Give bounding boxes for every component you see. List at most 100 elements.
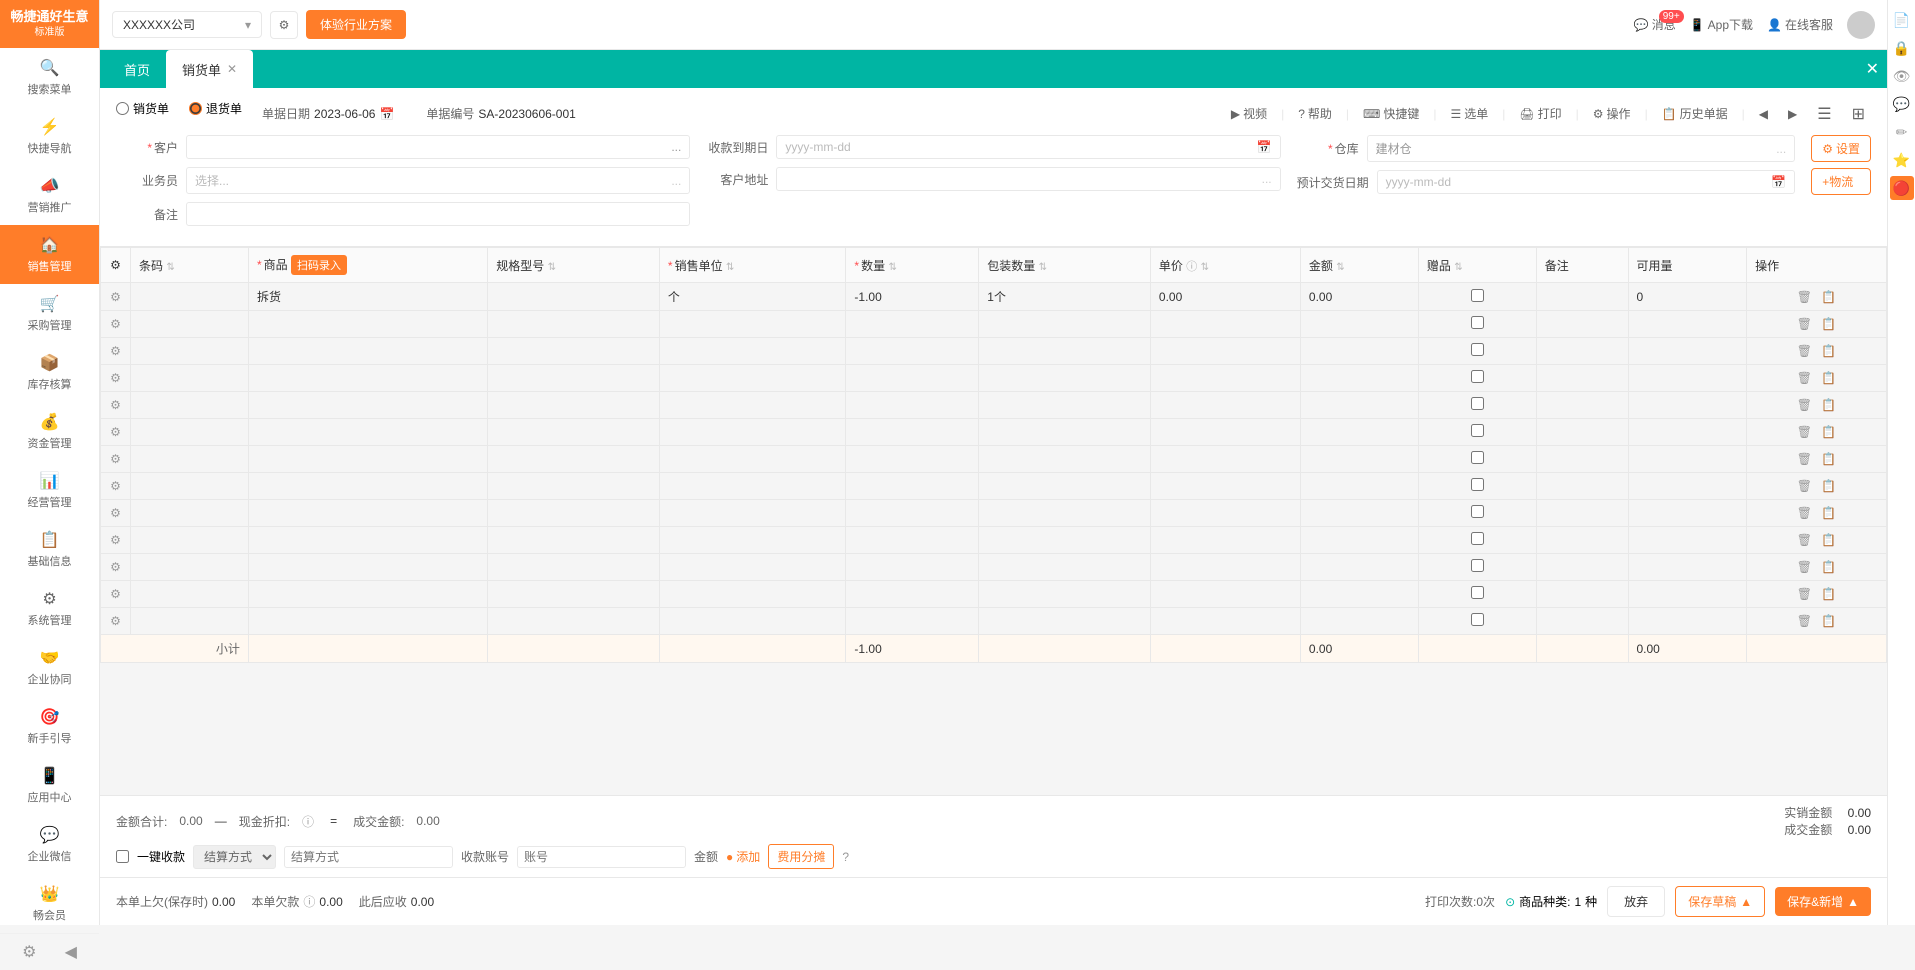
cell-spec[interactable]	[488, 473, 660, 500]
salesperson-input[interactable]: 选择... ...	[186, 167, 690, 194]
toolbar-print-btn[interactable]: 🖨 打印	[1513, 103, 1567, 124]
fee-split-button[interactable]: 费用分摊	[768, 844, 834, 869]
copy-icon[interactable]: 📋	[1821, 452, 1836, 466]
cell-qty[interactable]	[846, 581, 979, 608]
cell-note[interactable]	[1536, 283, 1628, 311]
cell-spec[interactable]	[488, 419, 660, 446]
sidebar-item-marketing[interactable]: 📣 营销推广	[0, 166, 99, 225]
toolbar-select-btn[interactable]: ☰ 选单	[1445, 103, 1495, 124]
cell-amount[interactable]	[1300, 419, 1418, 446]
cell-barcode[interactable]	[131, 581, 249, 608]
cell-amount[interactable]	[1300, 554, 1418, 581]
cell-product[interactable]	[248, 500, 487, 527]
cell-unit[interactable]	[659, 392, 846, 419]
delete-icon[interactable]: 🗑	[1797, 560, 1812, 574]
cell-amount[interactable]	[1300, 311, 1418, 338]
cell-gift[interactable]	[1418, 500, 1536, 527]
toolbar-help-btn[interactable]: ? 帮助	[1292, 103, 1338, 124]
cell-barcode[interactable]	[131, 446, 249, 473]
gift-checkbox[interactable]	[1471, 343, 1484, 356]
debit-help-icon[interactable]: ⓘ	[303, 893, 315, 910]
cell-note[interactable]	[1536, 554, 1628, 581]
cell-qty[interactable]	[846, 311, 979, 338]
cell-gear[interactable]: ⚙	[101, 338, 131, 365]
cell-barcode[interactable]	[131, 500, 249, 527]
cell-product[interactable]	[248, 608, 487, 635]
sidebar-item-quick-nav[interactable]: ⚡ 快捷导航	[0, 107, 99, 166]
cell-price[interactable]	[1150, 500, 1300, 527]
cell-product[interactable]	[248, 311, 487, 338]
cell-qty[interactable]	[846, 473, 979, 500]
cell-pack-qty[interactable]	[979, 554, 1151, 581]
cell-ops[interactable]: 🗑 📋	[1747, 446, 1887, 473]
sidebar-item-purchase[interactable]: 🛒 采购管理	[0, 284, 99, 343]
cell-unit[interactable]	[659, 473, 846, 500]
cell-qty[interactable]	[846, 338, 979, 365]
cell-spec[interactable]	[488, 446, 660, 473]
cell-pack-qty[interactable]	[979, 365, 1151, 392]
help-circle-icon[interactable]: ⓘ	[302, 813, 314, 830]
cell-spec[interactable]	[488, 527, 660, 554]
settlement-method-input[interactable]	[284, 846, 453, 868]
gift-checkbox[interactable]	[1471, 613, 1484, 626]
cell-gift[interactable]	[1418, 581, 1536, 608]
cell-qty[interactable]	[846, 500, 979, 527]
cell-gear[interactable]: ⚙	[101, 527, 131, 554]
rp-icon-7[interactable]: 🔴	[1890, 176, 1914, 200]
cell-gift[interactable]	[1418, 446, 1536, 473]
cell-available[interactable]	[1628, 392, 1747, 419]
payment-date-input[interactable]: yyyy-mm-dd 📅	[776, 135, 1280, 159]
fee-help-icon[interactable]: ?	[842, 850, 849, 864]
expected-date-input[interactable]: yyyy-mm-dd 📅	[1377, 170, 1796, 194]
radio-sales-order[interactable]: 销货单	[116, 100, 169, 117]
cell-amount[interactable]: 0.00	[1300, 283, 1418, 311]
cell-unit[interactable]: 个	[659, 283, 846, 311]
gift-checkbox[interactable]	[1471, 586, 1484, 599]
copy-icon[interactable]: 📋	[1821, 479, 1836, 493]
delete-icon[interactable]: 🗑	[1797, 371, 1812, 385]
toolbar-shortcut-btn[interactable]: ⌨ 快捷键	[1357, 103, 1425, 124]
cell-available[interactable]	[1628, 581, 1747, 608]
rp-icon-3[interactable]: 👁	[1890, 64, 1914, 88]
copy-icon[interactable]: 📋	[1821, 533, 1836, 547]
sidebar-item-inventory[interactable]: 📦 库存核算	[0, 343, 99, 402]
cell-unit[interactable]	[659, 338, 846, 365]
cell-ops[interactable]: 🗑 📋	[1747, 338, 1887, 365]
rp-icon-2[interactable]: 🔒	[1890, 36, 1914, 60]
cell-gear[interactable]: ⚙	[101, 446, 131, 473]
sidebar-item-wechat[interactable]: 💬 企业微信	[0, 815, 99, 874]
cell-gift[interactable]	[1418, 554, 1536, 581]
rp-icon-6[interactable]: ⭐	[1890, 148, 1914, 172]
copy-icon[interactable]: 📋	[1821, 317, 1836, 331]
sidebar-item-member[interactable]: 👑 畅会员	[0, 874, 99, 933]
cell-qty[interactable]	[846, 419, 979, 446]
customer-input[interactable]: ...	[186, 135, 690, 159]
cell-spec[interactable]	[488, 500, 660, 527]
radio-return-input[interactable]	[189, 102, 202, 115]
cell-ops[interactable]: 🗑 📋	[1747, 554, 1887, 581]
cell-ops[interactable]: 🗑 📋	[1747, 419, 1887, 446]
copy-icon[interactable]: 📋	[1821, 344, 1836, 358]
toolbar-video-btn[interactable]: ▶ 视频	[1225, 103, 1273, 124]
cell-gift[interactable]	[1418, 365, 1536, 392]
cell-barcode[interactable]	[131, 283, 249, 311]
rp-icon-4[interactable]: 💬	[1890, 92, 1914, 116]
cell-gear[interactable]: ⚙	[101, 608, 131, 635]
cell-available[interactable]	[1628, 311, 1747, 338]
cell-gift[interactable]	[1418, 473, 1536, 500]
cell-unit[interactable]	[659, 608, 846, 635]
gift-checkbox[interactable]	[1471, 451, 1484, 464]
cell-note[interactable]	[1536, 446, 1628, 473]
sidebar-item-finance[interactable]: 💰 资金管理	[0, 402, 99, 461]
cell-barcode[interactable]	[131, 419, 249, 446]
rp-icon-5[interactable]: ✏	[1890, 120, 1914, 144]
rp-icon-1[interactable]: 📄	[1890, 8, 1914, 32]
delete-icon[interactable]: 🗑	[1797, 398, 1812, 412]
sidebar-item-search[interactable]: 🔍 搜索菜单	[0, 48, 99, 107]
cell-ops[interactable]: 🗑 📋	[1747, 365, 1887, 392]
gift-checkbox[interactable]	[1471, 505, 1484, 518]
toolbar-nav-prev[interactable]: ◀	[1753, 105, 1774, 123]
cell-barcode[interactable]	[131, 527, 249, 554]
radio-sales-input[interactable]	[116, 102, 129, 115]
settlement-select[interactable]: 结算方式	[193, 845, 276, 869]
